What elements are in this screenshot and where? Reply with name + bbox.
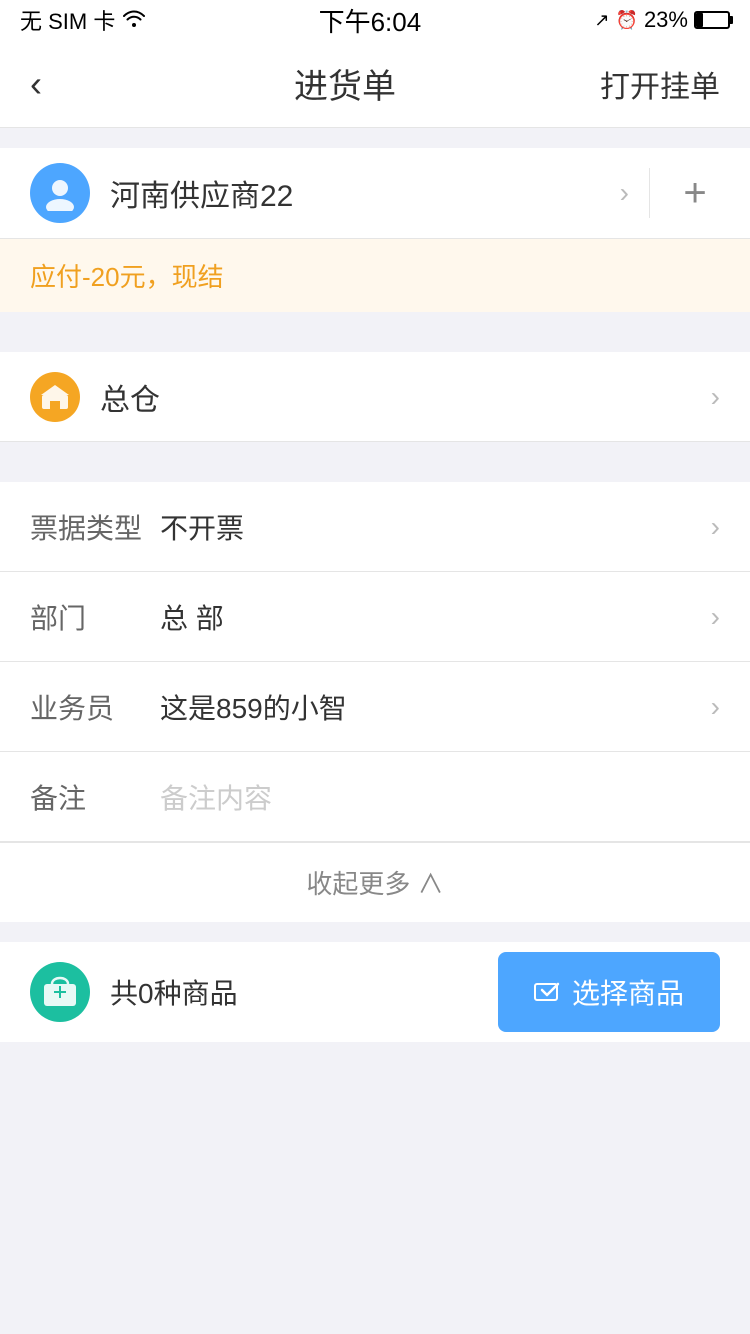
supplier-row[interactable]: 河南供应商22 › <box>30 148 629 238</box>
remarks-placeholder: 备注内容 <box>160 777 720 817</box>
ticket-type-row[interactable]: 票据类型 不开票 › <box>0 482 750 572</box>
supplier-chevron-icon: › <box>620 177 629 209</box>
back-button[interactable]: ‹ <box>30 63 90 105</box>
warehouse-chevron-icon: › <box>711 381 720 413</box>
ticket-type-label: 票据类型 <box>30 507 160 547</box>
status-time: 下午6:04 <box>319 2 422 39</box>
bottom-bar: 共0种商品 选择商品 <box>0 942 750 1042</box>
open-pending-button[interactable]: 打开挂单 <box>600 62 720 106</box>
product-icon <box>30 962 90 1022</box>
notice-banner: 应付-20元，现结 <box>0 239 750 312</box>
warehouse-label: 总仓 <box>100 375 701 419</box>
supplier-name: 河南供应商22 <box>110 171 610 215</box>
avatar <box>30 163 90 223</box>
form-section: 票据类型 不开票 › 部门 总 部 › 业务员 这是859的小智 › 备注 备注… <box>0 462 750 922</box>
salesperson-chevron-icon: › <box>711 691 720 723</box>
alarm-icon: ⏰ <box>616 10 638 31</box>
status-left: 无 SIM 卡 <box>20 4 145 36</box>
nav-bar: ‹ 进货单 打开挂单 <box>0 40 750 128</box>
ticket-type-value: 不开票 <box>160 507 701 547</box>
add-supplier-button[interactable]: + <box>670 173 720 213</box>
department-row[interactable]: 部门 总 部 › <box>0 572 750 662</box>
select-product-label: 选择商品 <box>572 972 684 1012</box>
warehouse-icon <box>30 372 80 422</box>
ticket-chevron-icon: › <box>711 511 720 543</box>
department-chevron-icon: › <box>711 601 720 633</box>
remarks-row[interactable]: 备注 备注内容 <box>0 752 750 842</box>
salesperson-row[interactable]: 业务员 这是859的小智 › <box>0 662 750 752</box>
collapse-label: 收起更多 ∧ <box>306 864 443 901</box>
warehouse-row[interactable]: 总仓 › <box>0 352 750 442</box>
page-title: 进货单 <box>294 59 396 108</box>
warehouse-section: 总仓 › <box>0 332 750 442</box>
location-icon: ↗ <box>594 10 609 31</box>
status-bar: 无 SIM 卡 下午6:04 ↗ ⏰ 23% <box>0 0 750 40</box>
battery-percent: 23% <box>644 7 688 33</box>
section-gap-2 <box>0 332 750 352</box>
department-label: 部门 <box>30 597 160 637</box>
product-count-text: 共0种商品 <box>110 972 498 1012</box>
collapse-button[interactable]: 收起更多 ∧ <box>0 842 750 922</box>
section-gap-3 <box>0 462 750 482</box>
main-content: 河南供应商22 › + 应付-20元，现结 总仓 › 票据类型 <box>0 128 750 1062</box>
vertical-divider <box>649 168 650 218</box>
carrier-text: 无 SIM 卡 <box>20 4 115 36</box>
battery-icon <box>694 11 730 29</box>
remarks-label: 备注 <box>30 777 160 817</box>
department-value: 总 部 <box>160 597 701 637</box>
wifi-icon <box>123 7 145 33</box>
supplier-section: 河南供应商22 › + <box>0 148 750 239</box>
status-right: ↗ ⏰ 23% <box>594 7 730 33</box>
salesperson-label: 业务员 <box>30 687 160 727</box>
notice-text: 应付-20元，现结 <box>30 262 224 292</box>
select-product-button[interactable]: 选择商品 <box>498 952 720 1032</box>
salesperson-value: 这是859的小智 <box>160 687 701 727</box>
section-gap-1 <box>0 128 750 148</box>
